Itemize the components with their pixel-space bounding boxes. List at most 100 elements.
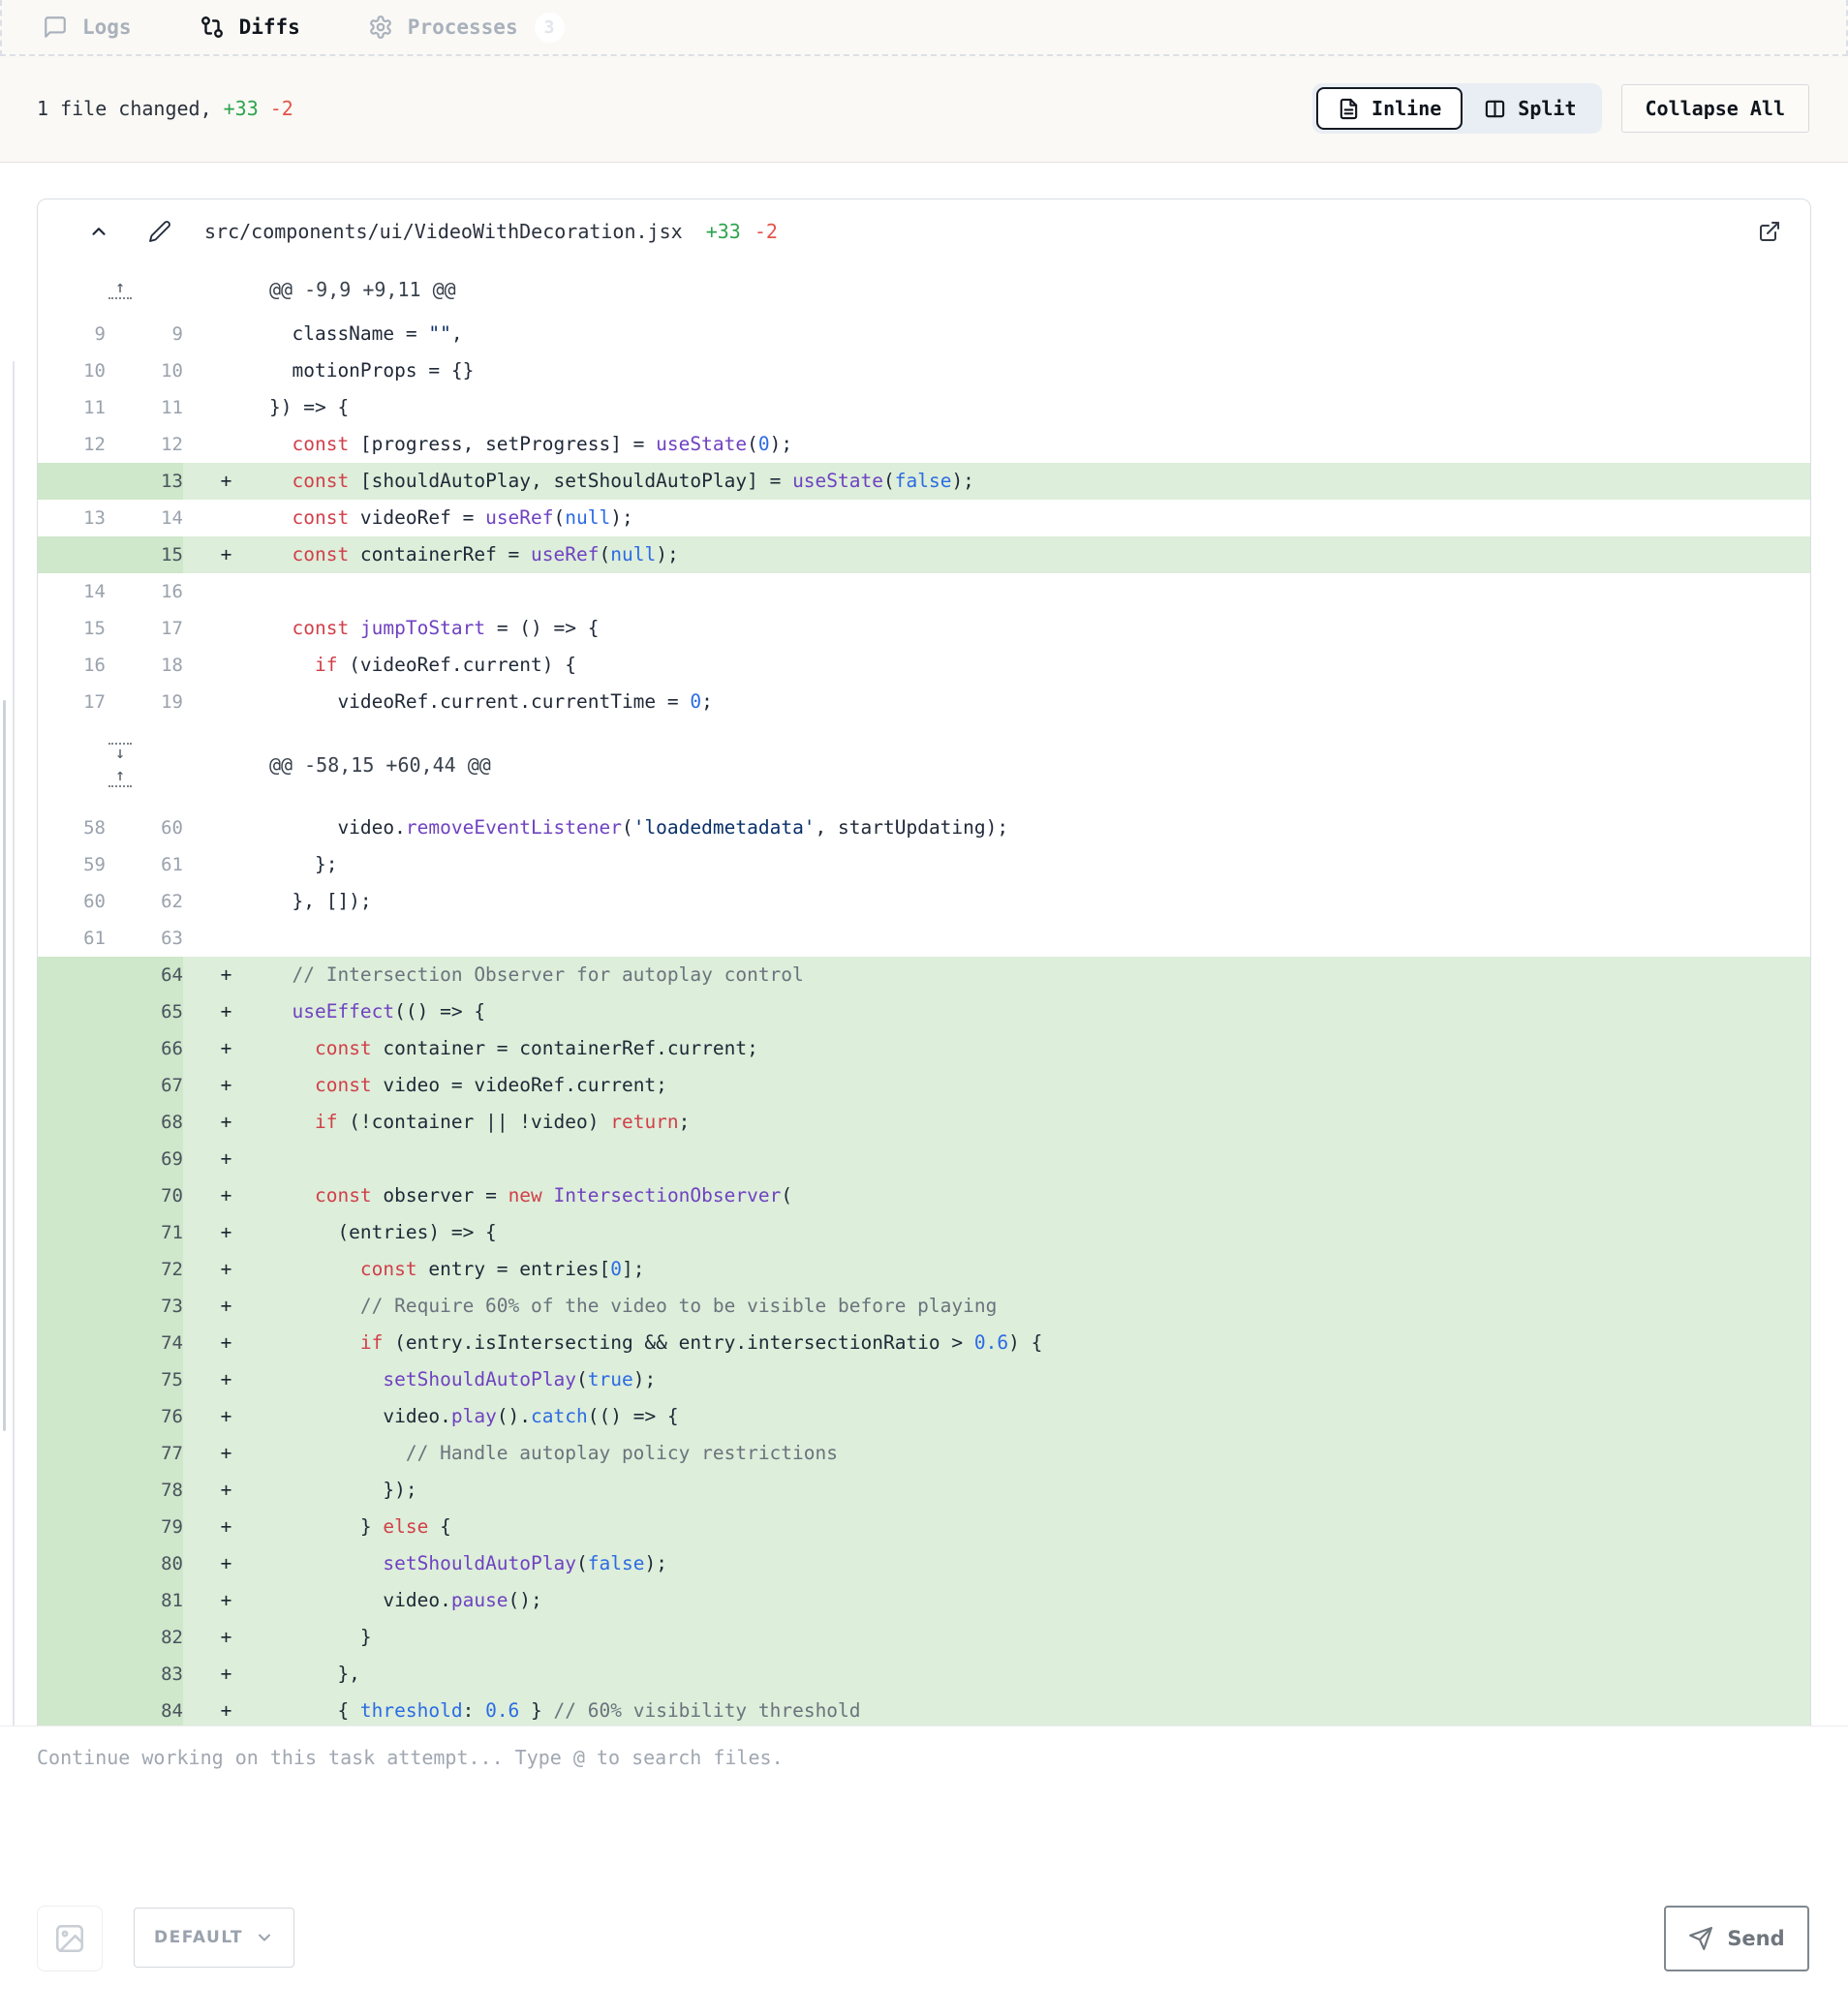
line-change-marker: + bbox=[220, 1221, 232, 1243]
profile-select[interactable]: DEFAULT bbox=[134, 1908, 294, 1968]
new-line-number: 68 bbox=[106, 1104, 183, 1141]
send-button[interactable]: Send bbox=[1664, 1906, 1809, 1971]
collapse-file-button[interactable] bbox=[88, 221, 109, 242]
old-line-number: 11 bbox=[83, 397, 106, 418]
split-view-button[interactable]: Split bbox=[1463, 87, 1597, 130]
line-change-marker: + bbox=[220, 1184, 232, 1207]
line-code: const video = videoRef.current; bbox=[314, 1074, 667, 1096]
line-code: if (entry.isIntersecting && entry.inters… bbox=[359, 1331, 1043, 1354]
line-change-marker: + bbox=[220, 1331, 232, 1354]
chevron-down-icon bbox=[255, 1928, 274, 1947]
expand-up-button[interactable]: ↑ bbox=[108, 768, 132, 787]
gear-icon bbox=[368, 15, 393, 40]
new-line-number: 18 bbox=[161, 655, 183, 676]
line-change-marker: + bbox=[220, 1037, 232, 1059]
line-code: }, []); bbox=[269, 890, 372, 912]
message-input[interactable] bbox=[37, 1746, 1683, 1862]
collapse-all-button[interactable]: Collapse All bbox=[1620, 84, 1809, 133]
diff-line: 13 14 const videoRef = useRef(null); bbox=[38, 500, 1810, 536]
inline-view-button[interactable]: Inline bbox=[1316, 87, 1463, 130]
line-code: const [progress, setProgress] = useState… bbox=[292, 433, 793, 455]
old-line-number bbox=[38, 1177, 106, 1214]
line-code: const container = containerRef.current; bbox=[314, 1037, 758, 1059]
line-change-marker bbox=[183, 352, 269, 389]
new-line-number: 15 bbox=[106, 536, 183, 573]
line-change-marker: + bbox=[220, 1368, 232, 1390]
split-view-icon bbox=[1484, 98, 1506, 120]
new-line-number: 77 bbox=[106, 1435, 183, 1472]
new-line-number: 65 bbox=[106, 993, 183, 1030]
line-code: (entries) => { bbox=[269, 1221, 497, 1243]
line-code: video.play().catch(() => { bbox=[269, 1405, 679, 1427]
line-change-marker bbox=[183, 316, 269, 352]
new-line-number: 17 bbox=[161, 618, 183, 639]
old-line-number bbox=[38, 1104, 106, 1141]
new-line-number: 19 bbox=[161, 691, 183, 713]
tab-diffs[interactable]: Diffs bbox=[200, 15, 300, 40]
line-change-marker: + bbox=[220, 1000, 232, 1023]
new-line-number: 66 bbox=[106, 1030, 183, 1067]
old-line-number bbox=[38, 1141, 106, 1177]
old-line-number bbox=[38, 1509, 106, 1545]
hunk-header: ↑ @@ -9,9 +9,11 @@ bbox=[38, 263, 1810, 316]
old-line-number bbox=[38, 1030, 106, 1067]
line-code: } else { bbox=[269, 1515, 451, 1538]
line-change-marker: + bbox=[220, 1626, 232, 1648]
new-line-number: 81 bbox=[106, 1582, 183, 1619]
diff-line: 13 + const [shouldAutoPlay, setShouldAuto… bbox=[38, 463, 1810, 500]
old-line-number bbox=[38, 1214, 106, 1251]
file-additions-count: +33 bbox=[705, 220, 741, 243]
diff-summary-bar: 1 file changed, +33 -2 Inline Split Coll… bbox=[0, 56, 1848, 161]
new-line-number: 79 bbox=[106, 1509, 183, 1545]
line-change-marker bbox=[183, 883, 269, 920]
line-change-marker: + bbox=[220, 1442, 232, 1464]
diff-line: 79 + } else { bbox=[38, 1509, 1810, 1545]
split-view-label: Split bbox=[1518, 97, 1577, 120]
line-code: const observer = new IntersectionObserve… bbox=[314, 1184, 793, 1207]
old-line-number: 58 bbox=[83, 817, 106, 839]
old-line-number bbox=[38, 1361, 106, 1398]
line-change-marker: + bbox=[220, 1663, 232, 1685]
hunk-expand-controls: ↓ ↑ bbox=[38, 743, 202, 787]
additions-count: +33 bbox=[223, 97, 259, 120]
line-code: className = "", bbox=[269, 322, 463, 345]
new-line-number: 14 bbox=[161, 507, 183, 529]
message-composer: DEFAULT Send bbox=[0, 1726, 1848, 2016]
tab-bar: Logs Diffs Processes 3 bbox=[0, 0, 1848, 56]
left-scrollbar-thumb[interactable] bbox=[3, 700, 6, 1431]
line-change-marker: + bbox=[220, 1295, 232, 1317]
new-line-number: 69 bbox=[106, 1141, 183, 1177]
expand-up-button[interactable]: ↑ bbox=[108, 279, 132, 299]
new-line-number: 80 bbox=[106, 1545, 183, 1582]
tab-logs[interactable]: Logs bbox=[43, 15, 132, 40]
line-change-marker: + bbox=[220, 1699, 232, 1722]
file-deletions-count: -2 bbox=[754, 220, 778, 243]
new-line-number: 61 bbox=[161, 854, 183, 875]
image-icon bbox=[53, 1922, 86, 1955]
diff-line: 78 + }); bbox=[38, 1472, 1810, 1509]
tab-processes[interactable]: Processes 3 bbox=[368, 12, 565, 43]
attach-image-button[interactable] bbox=[37, 1906, 103, 1971]
diff-line: 14 16 bbox=[38, 573, 1810, 610]
line-code: video.removeEventListener('loadedmetadat… bbox=[269, 816, 1009, 839]
diff-line: 80 + setShouldAutoPlay(false); bbox=[38, 1545, 1810, 1582]
new-line-number: 60 bbox=[161, 817, 183, 839]
diff-body: ↑ @@ -9,9 +9,11 @@ 9 9 className = "", 10 10 … bbox=[38, 263, 1810, 1726]
profile-select-value: DEFAULT bbox=[154, 1928, 243, 1947]
git-compare-icon bbox=[200, 15, 225, 40]
line-change-marker: + bbox=[220, 1552, 232, 1574]
line-code: const [shouldAutoPlay, setShouldAutoPlay… bbox=[292, 470, 974, 492]
diff-line: 82 + } bbox=[38, 1619, 1810, 1656]
diff-line: 59 61 }; bbox=[38, 846, 1810, 883]
line-code: // Handle autoplay policy restrictions bbox=[269, 1442, 838, 1464]
diff-line: 74 + if (entry.isIntersecting && entry.in… bbox=[38, 1325, 1810, 1361]
old-line-number bbox=[38, 993, 106, 1030]
line-change-marker bbox=[183, 389, 269, 426]
old-line-number: 16 bbox=[83, 655, 106, 676]
old-line-number bbox=[38, 1582, 106, 1619]
line-code: motionProps = {} bbox=[269, 359, 475, 382]
expand-down-button[interactable]: ↓ bbox=[108, 743, 132, 762]
open-in-editor-button[interactable] bbox=[1758, 220, 1781, 243]
old-line-number bbox=[38, 463, 106, 500]
